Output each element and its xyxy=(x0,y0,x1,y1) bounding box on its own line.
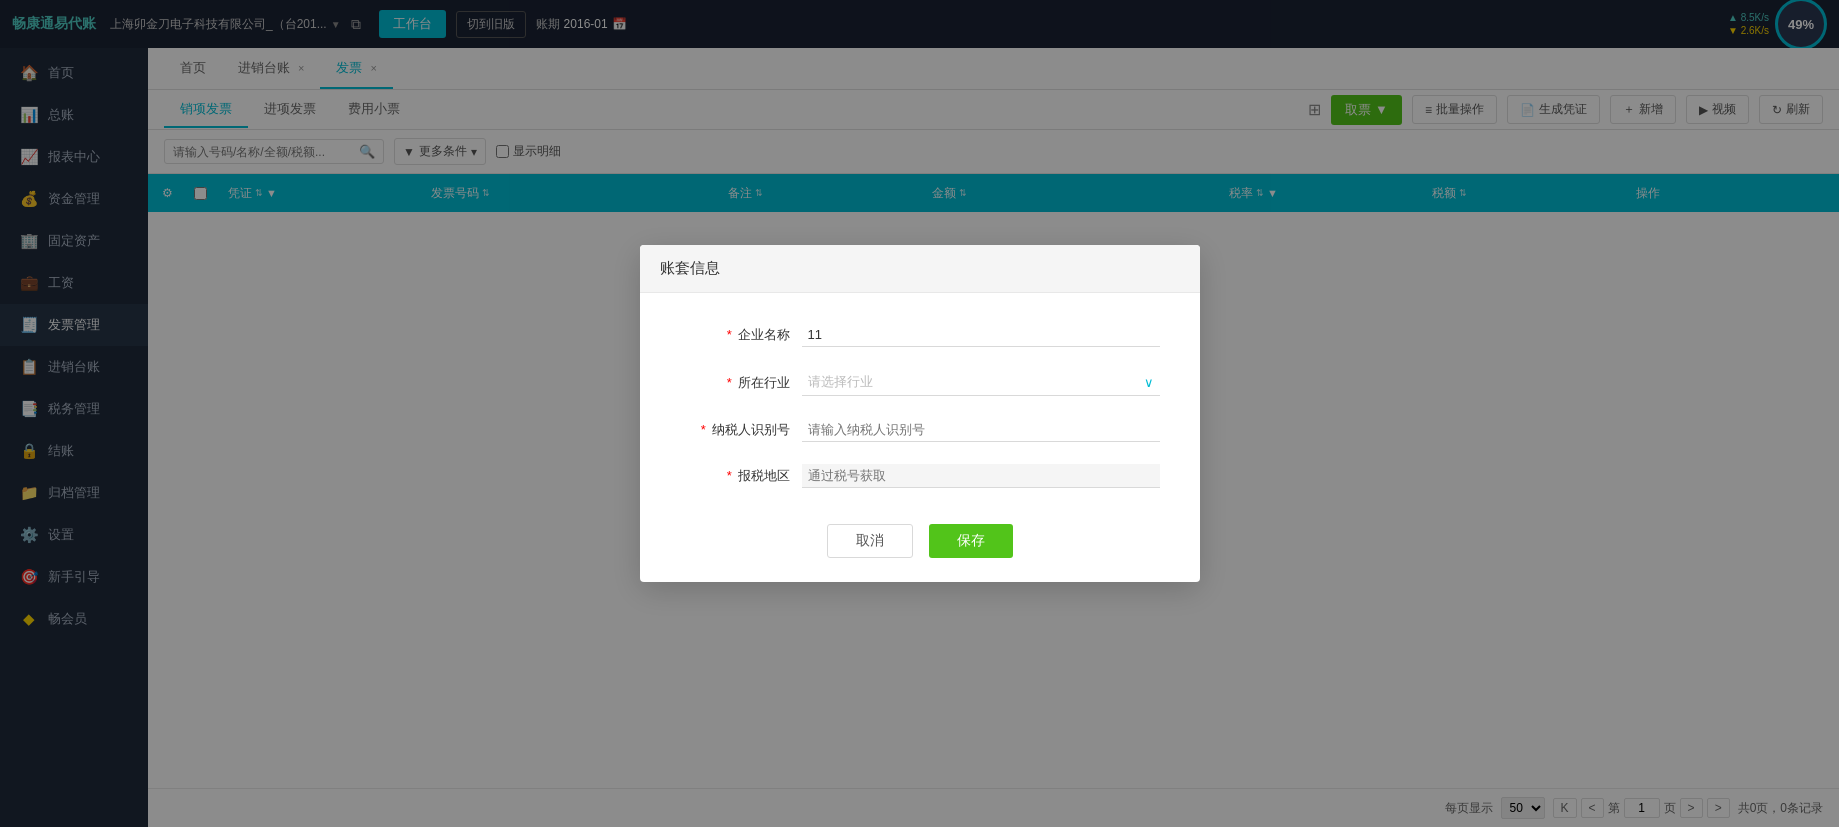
industry-chevron-icon: ∨ xyxy=(1144,375,1154,390)
company-name-label: * 企业名称 xyxy=(680,326,790,344)
taxid-input[interactable] xyxy=(802,418,1160,442)
modal-header: 账套信息 xyxy=(640,245,1200,293)
industry-select[interactable]: 请选择行业 ∨ xyxy=(802,369,1160,396)
form-row-industry: * 所在行业 请选择行业 ∨ xyxy=(680,369,1160,396)
modal-body: * 企业名称 * 所在行业 请选择行业 ∨ * xyxy=(640,293,1200,508)
taxid-label: * 纳税人识别号 xyxy=(680,421,790,439)
cancel-button[interactable]: 取消 xyxy=(827,524,913,558)
modal-overlay[interactable]: 账套信息 * 企业名称 * 所在行业 请选择行业 ∨ xyxy=(0,0,1839,827)
taxregion-label: * 报税地区 xyxy=(680,467,790,485)
form-row-company: * 企业名称 xyxy=(680,323,1160,347)
modal-footer: 取消 保存 xyxy=(640,508,1200,582)
form-row-taxid: * 纳税人识别号 xyxy=(680,418,1160,442)
save-button[interactable]: 保存 xyxy=(929,524,1013,558)
modal-accountset: 账套信息 * 企业名称 * 所在行业 请选择行业 ∨ xyxy=(640,245,1200,582)
form-row-taxregion: * 报税地区 xyxy=(680,464,1160,488)
taxregion-input xyxy=(802,464,1160,488)
company-name-input[interactable] xyxy=(802,323,1160,347)
industry-label: * 所在行业 xyxy=(680,374,790,392)
